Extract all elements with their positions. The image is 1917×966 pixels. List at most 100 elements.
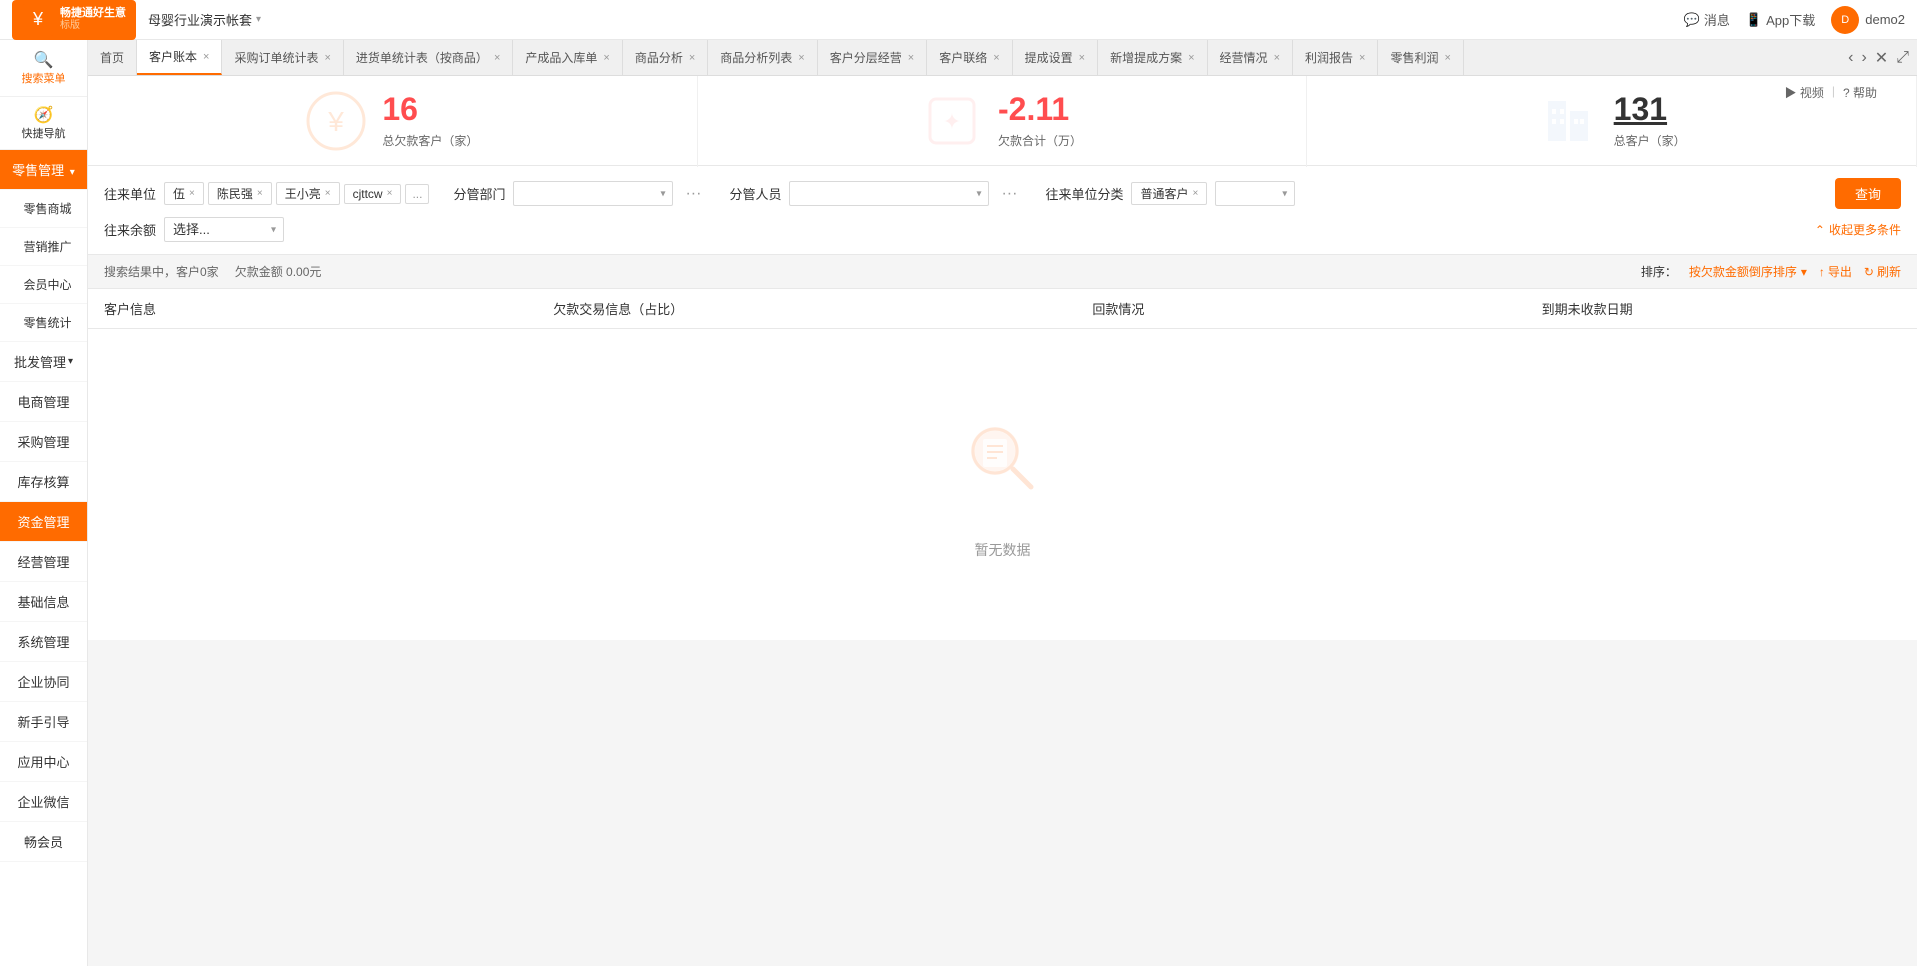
workspace-name: 母婴行业演示帐套: [148, 10, 252, 29]
tab-add-promo-plan[interactable]: 新增提成方案 ×: [1098, 40, 1207, 75]
table-header-debt: 欠款交易信息（占比）: [553, 299, 1092, 318]
video-help-btn[interactable]: ▶ 视频: [1784, 84, 1823, 101]
filter-tag-unit-3[interactable]: 王小亮 ×: [276, 182, 340, 205]
filter-person-select[interactable]: [789, 181, 989, 206]
sidebar-item-app-center[interactable]: 应用中心: [0, 742, 87, 782]
sidebar-item-system[interactable]: 系统管理: [0, 622, 87, 662]
sidebar-item-member[interactable]: 畅会员: [0, 822, 87, 862]
filter-tag-close-3[interactable]: ×: [325, 188, 331, 199]
tab-close-add-promo-plan[interactable]: ×: [1188, 52, 1194, 64]
tab-next-btn[interactable]: ›: [1859, 47, 1868, 69]
sidebar-item-operations-mgmt[interactable]: 经营管理: [0, 542, 87, 582]
tab-close-all-btn[interactable]: ✕: [1873, 46, 1890, 70]
tab-close-product-inbound[interactable]: ×: [603, 52, 609, 64]
table-header-customer: 客户信息: [104, 299, 553, 318]
tab-product-analysis[interactable]: 商品分析 ×: [623, 40, 708, 75]
compass-icon: 🧭: [0, 105, 87, 125]
tab-prev-btn[interactable]: ‹: [1846, 47, 1855, 69]
tab-product-analysis-list[interactable]: 商品分析列表 ×: [708, 40, 817, 75]
debt-icon: ✦: [922, 91, 982, 151]
sidebar-item-enterprise-collab[interactable]: 企业协同: [0, 662, 87, 702]
filter-tag-class-1[interactable]: 普通客户 ×: [1131, 182, 1207, 205]
empty-icon: [953, 409, 1053, 528]
sidebar-item-retail-mall[interactable]: 零售商城: [0, 190, 87, 228]
tab-customer-tier[interactable]: 客户分层经营 ×: [818, 40, 927, 75]
user-profile[interactable]: D demo2: [1831, 6, 1905, 34]
tab-promotion-settings[interactable]: 提成设置 ×: [1013, 40, 1098, 75]
tab-purchase-order-stat[interactable]: 采购订单统计表 ×: [222, 40, 343, 75]
results-bar: 搜索结果中，客户0家 欠款金额 0.00元 排序： 按欠款金额倒序排序 ▾ ↑ …: [88, 255, 1917, 289]
query-button[interactable]: 查询: [1835, 178, 1901, 209]
chevron-up-icon: ⌃: [1815, 223, 1825, 237]
tab-close-profit-report[interactable]: ×: [1359, 52, 1365, 64]
top-bar: ¥ 畅捷通好生意 标版 母婴行业演示帐套 ▾ 💬 消息 📱 App下载 D de…: [0, 0, 1917, 40]
filter-balance-label: 往来余额: [104, 220, 156, 239]
building-icon: [1538, 91, 1598, 151]
tab-close-operations[interactable]: ×: [1274, 52, 1280, 64]
export-button[interactable]: ↑ 导出: [1819, 263, 1852, 280]
filter-tag-unit-1[interactable]: 伍 ×: [164, 182, 204, 205]
sidebar-item-retail-stats[interactable]: 零售统计: [0, 304, 87, 342]
sidebar-search[interactable]: 🔍 搜索菜单: [0, 40, 87, 97]
results-actions: 排序： 按欠款金额倒序排序 ▾ ↑ 导出 ↻ 刷新: [1641, 263, 1901, 280]
tab-close-customer-tier[interactable]: ×: [908, 52, 914, 64]
filter-tag-close-4[interactable]: ×: [387, 188, 393, 199]
help-btn[interactable]: ? 帮助: [1843, 84, 1877, 101]
filter-unit-tags: 伍 × 陈民强 × 王小亮 × cjttcw ×: [164, 182, 429, 205]
tab-bar: 首页 客户账本 × 采购订单统计表 × 进货单统计表（按商品） × 产成品入库单…: [88, 40, 1917, 76]
tab-operations[interactable]: 经营情况 ×: [1208, 40, 1293, 75]
filter-unit-class-select[interactable]: [1215, 181, 1295, 206]
sidebar-item-purchase-mgmt[interactable]: 采购管理: [0, 422, 87, 462]
filter-person-label: 分管人员: [729, 184, 781, 203]
filter-tag-close-2[interactable]: ×: [257, 188, 263, 199]
tab-close-purchase-order-stat[interactable]: ×: [324, 52, 330, 64]
tab-customer-book[interactable]: 客户账本 ×: [137, 40, 222, 75]
tab-product-inbound[interactable]: 产成品入库单 ×: [513, 40, 622, 75]
filter-balance-select[interactable]: 选择...: [164, 217, 284, 242]
stat-customers-label: 总欠款客户（家）: [382, 132, 478, 149]
sidebar-item-ecommerce[interactable]: 电商管理: [0, 382, 87, 422]
sidebar-quick-nav[interactable]: 🧭 快捷导航: [0, 97, 87, 150]
collapse-button[interactable]: ⌃ 收起更多条件: [1815, 221, 1901, 238]
sidebar-item-basic-info[interactable]: 基础信息: [0, 582, 87, 622]
refresh-button[interactable]: ↻ 刷新: [1864, 263, 1901, 280]
tab-close-customer-contact[interactable]: ×: [993, 52, 999, 64]
tab-close-product-analysis-list[interactable]: ×: [798, 52, 804, 64]
tab-profit-report[interactable]: 利润报告 ×: [1293, 40, 1378, 75]
results-info: 搜索结果中，客户0家 欠款金额 0.00元: [104, 263, 321, 280]
tab-home[interactable]: 首页: [88, 40, 137, 75]
workspace-selector[interactable]: 母婴行业演示帐套 ▾: [148, 10, 261, 29]
filter-tag-unit-2[interactable]: 陈民强 ×: [208, 182, 272, 205]
tab-expand-btn[interactable]: ⤢: [1894, 47, 1911, 69]
tab-close-product-analysis[interactable]: ×: [689, 52, 695, 64]
svg-text:✦: ✦: [943, 109, 961, 134]
tab-close-customer-book[interactable]: ×: [203, 51, 209, 63]
tab-inbound-stat[interactable]: 进货单统计表（按商品） ×: [344, 40, 513, 75]
sidebar-item-inventory[interactable]: 库存核算: [0, 462, 87, 502]
tab-retail-profit[interactable]: 零售利润 ×: [1378, 40, 1463, 75]
filter-dept-select[interactable]: [513, 181, 673, 206]
tab-close-inbound-stat[interactable]: ×: [494, 52, 500, 64]
sidebar-item-member-center[interactable]: 会员中心: [0, 266, 87, 304]
filter-more-btn[interactable]: ...: [405, 184, 429, 204]
message-btn[interactable]: 💬 消息: [1684, 10, 1730, 29]
filter-tag-close-1[interactable]: ×: [189, 188, 195, 199]
sidebar-item-enterprise-wechat[interactable]: 企业微信: [0, 782, 87, 822]
tab-close-retail-profit[interactable]: ×: [1444, 52, 1450, 64]
stat-customers2-label: 总客户（家）: [1614, 132, 1686, 149]
sort-select[interactable]: 按欠款金额倒序排序 ▾: [1689, 263, 1807, 280]
app-download-btn[interactable]: 📱 App下载: [1746, 10, 1815, 29]
sidebar-item-wholesale-mgmt[interactable]: 批发管理 ▾: [0, 342, 87, 382]
sidebar-item-new-guide[interactable]: 新手引导: [0, 702, 87, 742]
filter-tag-class-close-1[interactable]: ×: [1192, 188, 1198, 199]
tab-close-promotion-settings[interactable]: ×: [1079, 52, 1085, 64]
filter-unit-class-label: 往来单位分类: [1045, 184, 1123, 203]
filter-tag-unit-4[interactable]: cjttcw ×: [344, 184, 402, 204]
sidebar-item-finance[interactable]: 资金管理: [0, 502, 87, 542]
filter-dept-dots[interactable]: ···: [681, 185, 705, 203]
sidebar-item-marketing[interactable]: 营销推广: [0, 228, 87, 266]
filter-person-dots[interactable]: ···: [997, 185, 1021, 203]
svg-text:¥: ¥: [328, 106, 345, 137]
sidebar-item-retail-mgmt[interactable]: 零售管理 ▾: [0, 150, 87, 190]
tab-customer-contact[interactable]: 客户联络 ×: [927, 40, 1012, 75]
